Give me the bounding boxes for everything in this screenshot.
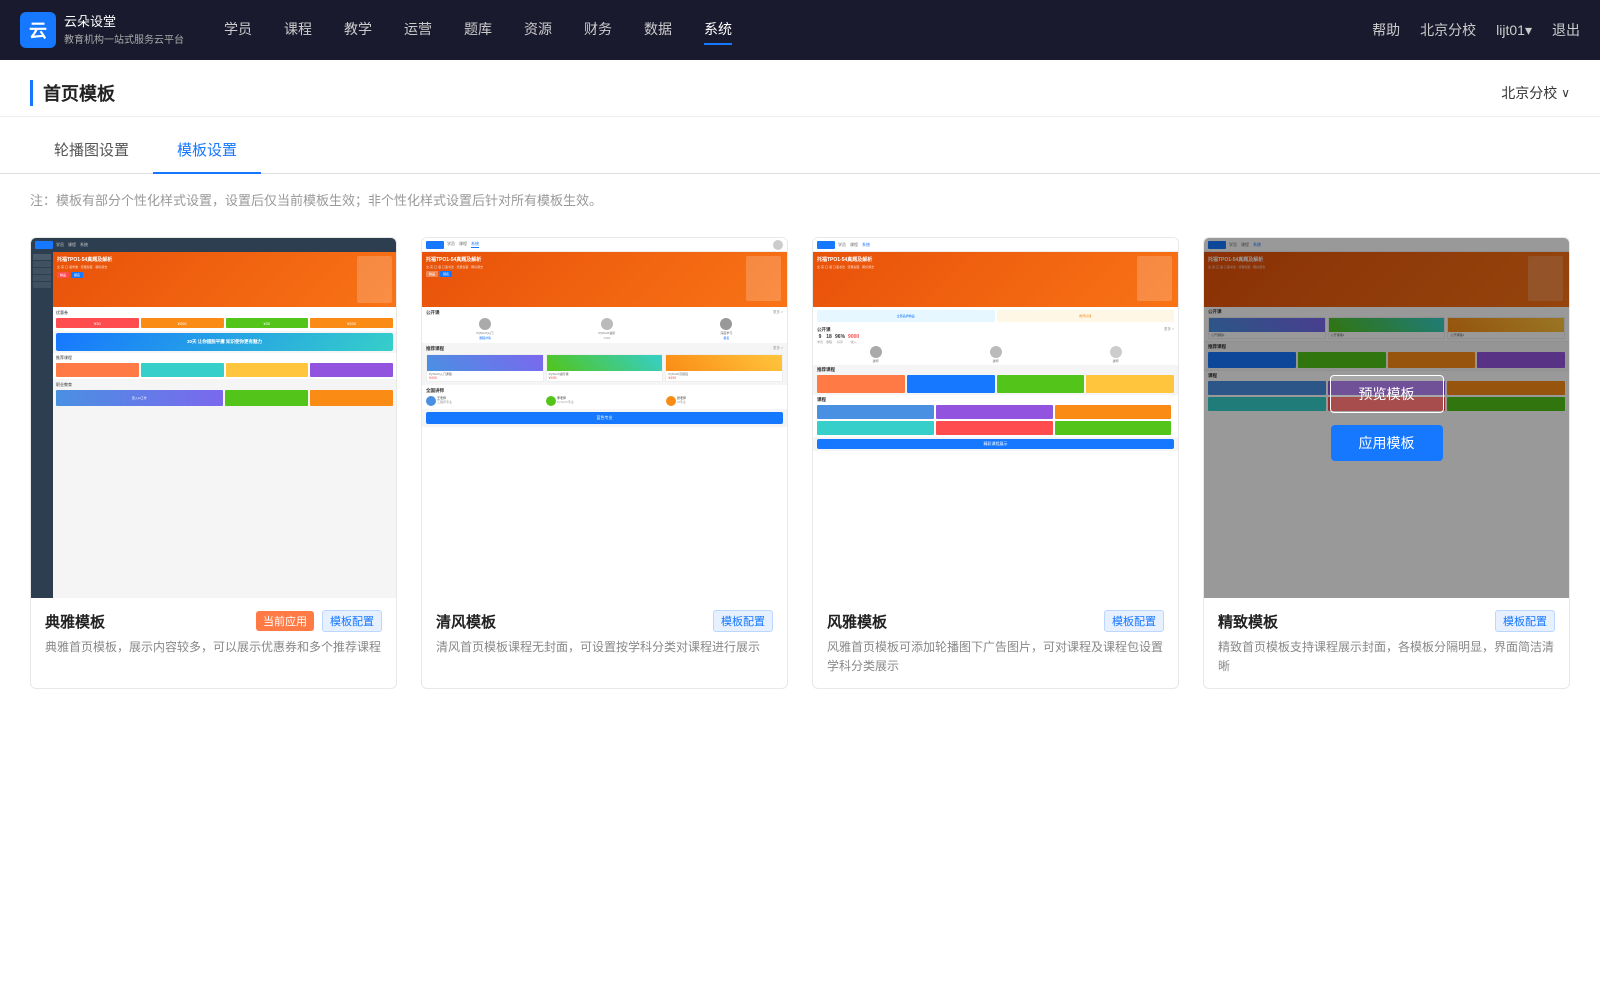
logo-icon: 云 — [20, 12, 56, 48]
template-card-refined[interactable]: 学员 课程 系统 托福TPO1-54真题及解析 全·英·口·语 口语书法 · 流… — [1203, 237, 1570, 689]
nav-user[interactable]: lijt01▾ — [1496, 22, 1532, 39]
template-badges-refined: 模板配置 — [1495, 610, 1555, 632]
template-footer-elegant: 风雅模板 模板配置 风雅首页模板可添加轮播图下广告图片，可对课程及课程包设置学科… — [813, 598, 1178, 688]
nav-item-data[interactable]: 数据 — [644, 15, 672, 45]
template-desc-elegant: 风雅首页模板可添加轮播图下广告图片，可对课程及课程包设置学科分类展示 — [827, 638, 1164, 676]
template-desc-refined: 精致首页模板支持课程展示封面，各模板分隔明显，界面简洁清晰 — [1218, 638, 1555, 676]
branch-selector[interactable]: 北京分校 — [1501, 83, 1570, 103]
badge-config-clean[interactable]: 模板配置 — [713, 610, 773, 632]
template-footer-typical: 典雅模板 当前应用 模板配置 典雅首页模板，展示内容较多，可以展示优惠券和多个推… — [31, 598, 396, 669]
template-badges-elegant: 模板配置 — [1104, 610, 1164, 632]
apply-template-button[interactable]: 应用模板 — [1331, 425, 1443, 461]
page-container: 首页模板 北京分校 轮播图设置 模板设置 注：模板有部分个性化样式设置，设置后仅… — [0, 60, 1600, 990]
nav-item-resources[interactable]: 资源 — [524, 15, 552, 45]
tabs-bar: 轮播图设置 模板设置 — [0, 127, 1600, 174]
badge-config-refined[interactable]: 模板配置 — [1495, 610, 1555, 632]
template-card-elegant[interactable]: 学员 课程 系统 托福TPO1-54真题及解析 全·英·口·语 口语书法 · 流… — [812, 237, 1179, 689]
nav-item-system[interactable]: 系统 — [704, 15, 732, 45]
page-title: 首页模板 — [30, 80, 115, 106]
template-preview-typical: 学员 课程 系统 — [31, 238, 396, 598]
template-name-clean: 清风模板 — [436, 611, 496, 632]
main-nav: 学员 课程 教学 运营 题库 资源 财务 数据 系统 — [224, 15, 1372, 45]
template-preview-clean: 学员 课程 系统 托福TPO1-54真题及解析 全·英·口·语 口语书法 · — [422, 238, 787, 598]
nav-item-operations[interactable]: 运营 — [404, 15, 432, 45]
template-footer-refined: 精致模板 模板配置 精致首页模板支持课程展示封面，各模板分隔明显，界面简洁清晰 — [1204, 598, 1569, 688]
template-badges-clean: 模板配置 — [713, 610, 773, 632]
template-card-typical[interactable]: 学员 课程 系统 — [30, 237, 397, 689]
template-name-typical: 典雅模板 — [45, 611, 105, 632]
template-overlay-refined: 预览模板 应用模板 — [1204, 238, 1569, 598]
templates-grid: 学员 课程 系统 — [0, 217, 1600, 729]
nav-item-courses[interactable]: 课程 — [284, 15, 312, 45]
template-preview-refined: 学员 课程 系统 托福TPO1-54真题及解析 全·英·口·语 口语书法 · 流… — [1204, 238, 1569, 598]
template-footer-clean: 清风模板 模板配置 清风首页模板课程无封面，可设置按学科分类对课程进行展示 — [422, 598, 787, 669]
nav-item-questions[interactable]: 题库 — [464, 15, 492, 45]
badge-config-typical[interactable]: 模板配置 — [322, 610, 382, 632]
note-text: 注：模板有部分个性化样式设置，设置后仅当前模板生效；非个性化样式设置后针对所有模… — [0, 174, 1600, 217]
tab-template[interactable]: 模板设置 — [153, 127, 261, 174]
preview-template-button[interactable]: 预览模板 — [1330, 375, 1444, 413]
logo-title: 云朵设堂 — [64, 14, 184, 31]
nav-item-teaching[interactable]: 教学 — [344, 15, 372, 45]
nav-logout[interactable]: 退出 — [1552, 20, 1580, 40]
nav-item-finance[interactable]: 财务 — [584, 15, 612, 45]
template-preview-elegant: 学员 课程 系统 托福TPO1-54真题及解析 全·英·口·语 口语书法 · 流… — [813, 238, 1178, 598]
logo-text-block: 云朵设堂 教育机构一站式服务云平台 — [64, 14, 184, 46]
template-badges-typical: 当前应用 模板配置 — [256, 610, 382, 632]
template-title-row-refined: 精致模板 模板配置 — [1218, 610, 1555, 632]
template-card-clean[interactable]: 学员 课程 系统 托福TPO1-54真题及解析 全·英·口·语 口语书法 · — [421, 237, 788, 689]
template-name-elegant: 风雅模板 — [827, 611, 887, 632]
tab-carousel[interactable]: 轮播图设置 — [30, 127, 153, 174]
navbar: 云 云朵设堂 教育机构一站式服务云平台 学员 课程 教学 运营 题库 资源 财务… — [0, 0, 1600, 60]
template-title-row-elegant: 风雅模板 模板配置 — [827, 610, 1164, 632]
template-desc-typical: 典雅首页模板，展示内容较多，可以展示优惠券和多个推荐课程 — [45, 638, 382, 657]
nav-branch[interactable]: 北京分校 — [1420, 20, 1476, 40]
navbar-right: 帮助 北京分校 lijt01▾ 退出 — [1372, 20, 1580, 40]
nav-item-students[interactable]: 学员 — [224, 15, 252, 45]
template-title-row-typical: 典雅模板 当前应用 模板配置 — [45, 610, 382, 632]
template-title-row-clean: 清风模板 模板配置 — [436, 610, 773, 632]
logo-subtitle: 教育机构一站式服务云平台 — [64, 31, 184, 46]
page-header: 首页模板 北京分校 — [0, 60, 1600, 117]
logo[interactable]: 云 云朵设堂 教育机构一站式服务云平台 — [20, 12, 184, 48]
badge-current-typical: 当前应用 — [256, 611, 314, 631]
template-desc-clean: 清风首页模板课程无封面，可设置按学科分类对课程进行展示 — [436, 638, 773, 657]
badge-config-elegant[interactable]: 模板配置 — [1104, 610, 1164, 632]
nav-help[interactable]: 帮助 — [1372, 20, 1400, 40]
template-name-refined: 精致模板 — [1218, 611, 1278, 632]
